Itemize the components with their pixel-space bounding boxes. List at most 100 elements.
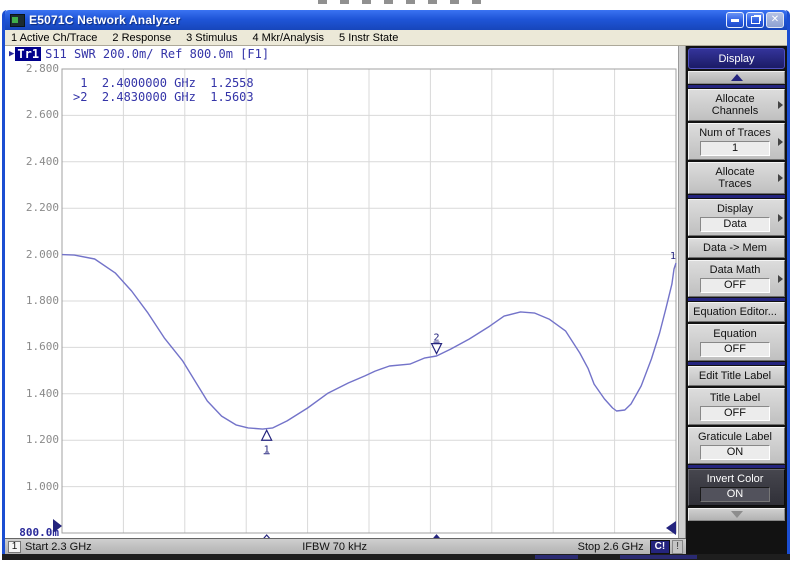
y-axis-tick-label: 1.200 — [15, 433, 59, 446]
bezel-segment — [535, 555, 578, 559]
marker-2-stimulus-icon[interactable] — [430, 535, 444, 538]
screenshot-root: E5071C Network Analyzer ✕ 1 Active Ch/Tr… — [0, 0, 800, 567]
panel-bottom-filler — [686, 538, 787, 554]
submenu-arrow-icon — [778, 138, 783, 146]
softkey-data-mem[interactable]: Data -> Mem — [688, 238, 785, 258]
softkey-scroll-down-button[interactable] — [688, 508, 785, 521]
softkey-panel-filler — [688, 521, 785, 538]
y-axis-tick-label: 1.400 — [15, 387, 59, 400]
trace-format-text: S11 SWR 200.0m/ Ref 800.0m [F1] — [45, 47, 269, 61]
y-axis-tick-label: 1.600 — [15, 340, 59, 353]
y-axis-tick-label: 2.600 — [15, 108, 59, 121]
menu-item-1[interactable]: 1 Active Ch/Trace — [11, 32, 97, 44]
calibration-status-badge: C! — [650, 540, 671, 554]
marker-1-stimulus-icon[interactable] — [260, 535, 274, 538]
softkey-data-math[interactable]: Data MathOFF — [688, 260, 785, 297]
softkey-value: Data — [700, 217, 769, 232]
window-title: E5071C Network Analyzer — [29, 13, 726, 27]
scroll-down-icon — [731, 511, 743, 518]
softkey-value: ON — [700, 445, 769, 460]
app-window: E5071C Network Analyzer ✕ 1 Active Ch/Tr… — [2, 10, 790, 554]
softkey-label: Allocate — [715, 166, 754, 178]
softkey-edit-title-label[interactable]: Edit Title Label — [688, 366, 785, 386]
softkey-title-label[interactable]: Title Label OFF — [688, 388, 785, 425]
softkey-label: Edit Title Label — [699, 370, 771, 382]
warning-status-badge: ! — [672, 540, 683, 554]
softkey-label: Num of Traces — [699, 127, 771, 139]
softkey-menu-title: Display — [688, 48, 785, 69]
submenu-arrow-icon — [778, 275, 783, 283]
softkey-allocate[interactable]: AllocateTraces — [688, 162, 785, 194]
submenu-arrow-icon — [778, 101, 783, 109]
status-row: 1 Start 2.3 GHz IFBW 70 kHz Stop 2.6 GHz… — [5, 538, 787, 554]
softkey-label: Graticule Label — [698, 431, 772, 443]
softkey-group-separator — [688, 85, 785, 88]
softkey-scroll-up-button[interactable] — [688, 71, 785, 84]
softkey-group-separator — [688, 195, 785, 198]
softkey-label: Traces — [718, 178, 751, 190]
ifbw-label: IFBW 70 kHz — [302, 541, 367, 553]
softkey-invert-color[interactable]: Invert Color ON — [688, 469, 785, 506]
softkey-label: Invert Color — [707, 473, 764, 485]
measurement-chart: 1 1 2 — [62, 69, 676, 533]
softkey-label: Equation — [713, 328, 756, 340]
softkey-num-of-traces[interactable]: Num of Traces 1 — [688, 123, 785, 160]
trace-status-line[interactable]: ▶ Tr1 S11 SWR 200.0m/ Ref 800.0m [F1] — [9, 47, 269, 61]
softkey-value: OFF — [700, 342, 769, 357]
y-axis-tick-label: 1.000 — [15, 480, 59, 493]
channel-number-badge: 1 — [8, 541, 21, 553]
menu-item-5[interactable]: 5 Instr State — [339, 32, 398, 44]
marker-2-label: 2 — [434, 333, 440, 344]
softkey-label: Allocate — [715, 93, 754, 105]
softkey-value: OFF — [700, 406, 769, 421]
app-icon — [10, 14, 25, 27]
softkey-label: Title Label — [710, 392, 760, 404]
y-axis-tick-label: 800.0m — [15, 526, 59, 538]
menu-bar: 1 Active Ch/Trace 2 Response 3 Stimulus 4 M… — [5, 30, 787, 46]
scroll-up-icon — [731, 74, 743, 81]
softkey-scrollbar[interactable] — [678, 46, 686, 538]
softkey-value: ON — [700, 487, 769, 502]
y-axis-tick-label: 2.000 — [15, 248, 59, 261]
trace-id-badge: Tr1 — [15, 47, 41, 61]
start-frequency-label: Start 2.3 GHz — [25, 541, 92, 553]
marker-1-triangle-icon[interactable] — [262, 430, 272, 440]
restore-button[interactable] — [746, 12, 764, 28]
minimize-button[interactable] — [726, 12, 744, 28]
marker-1-label: 1 — [264, 444, 270, 455]
menu-item-2[interactable]: 2 Response — [112, 32, 171, 44]
submenu-arrow-icon — [778, 214, 783, 222]
cropped-page-header-text — [318, 0, 494, 4]
softkey-group-separator — [688, 362, 785, 365]
softkey-label: Data -> Mem — [703, 242, 767, 254]
menu-item-4[interactable]: 4 Mkr/Analysis — [252, 32, 324, 44]
trace-end-label: 1 — [670, 251, 676, 262]
submenu-arrow-icon — [778, 174, 783, 182]
softkey-label: Equation Editor... — [693, 306, 777, 318]
stop-frequency-label: Stop 2.6 GHz — [578, 541, 644, 553]
y-axis-tick-label: 2.800 — [15, 62, 59, 75]
active-trace-arrow-icon: ▶ — [9, 49, 14, 59]
bezel-segment — [620, 555, 697, 559]
y-axis-tick-label: 2.200 — [15, 201, 59, 214]
analyzer-screen: ▶ Tr1 S11 SWR 200.0m/ Ref 800.0m [F1] 1 … — [5, 46, 787, 538]
softkey-display[interactable]: Display Data — [688, 199, 785, 236]
softkey-graticule-label[interactable]: Graticule Label ON — [688, 427, 785, 464]
marker-2-triangle-icon[interactable] — [432, 344, 442, 354]
softkey-allocate[interactable]: AllocateChannels — [688, 89, 785, 121]
softkey-value: OFF — [700, 278, 769, 293]
channel-status-bar: 1 Start 2.3 GHz IFBW 70 kHz Stop 2.6 GHz… — [5, 538, 686, 554]
softkey-panel: Display AllocateChannels Num of Traces 1 Al… — [678, 46, 787, 538]
y-axis-tick-label: 1.800 — [15, 294, 59, 307]
softkey-group-separator — [688, 298, 785, 301]
softkey-label: Display — [717, 203, 753, 215]
softkey-value: 1 — [700, 141, 769, 156]
softkey-equation[interactable]: Equation OFF — [688, 324, 785, 361]
title-bar[interactable]: E5071C Network Analyzer ✕ — [5, 10, 787, 30]
screen-bezel-strip — [2, 554, 790, 560]
softkey-equation-editor[interactable]: Equation Editor... — [688, 302, 785, 322]
close-button[interactable]: ✕ — [766, 12, 784, 28]
softkey-group-separator — [688, 465, 785, 468]
y-axis-tick-label: 2.400 — [15, 155, 59, 168]
menu-item-3[interactable]: 3 Stimulus — [186, 32, 237, 44]
